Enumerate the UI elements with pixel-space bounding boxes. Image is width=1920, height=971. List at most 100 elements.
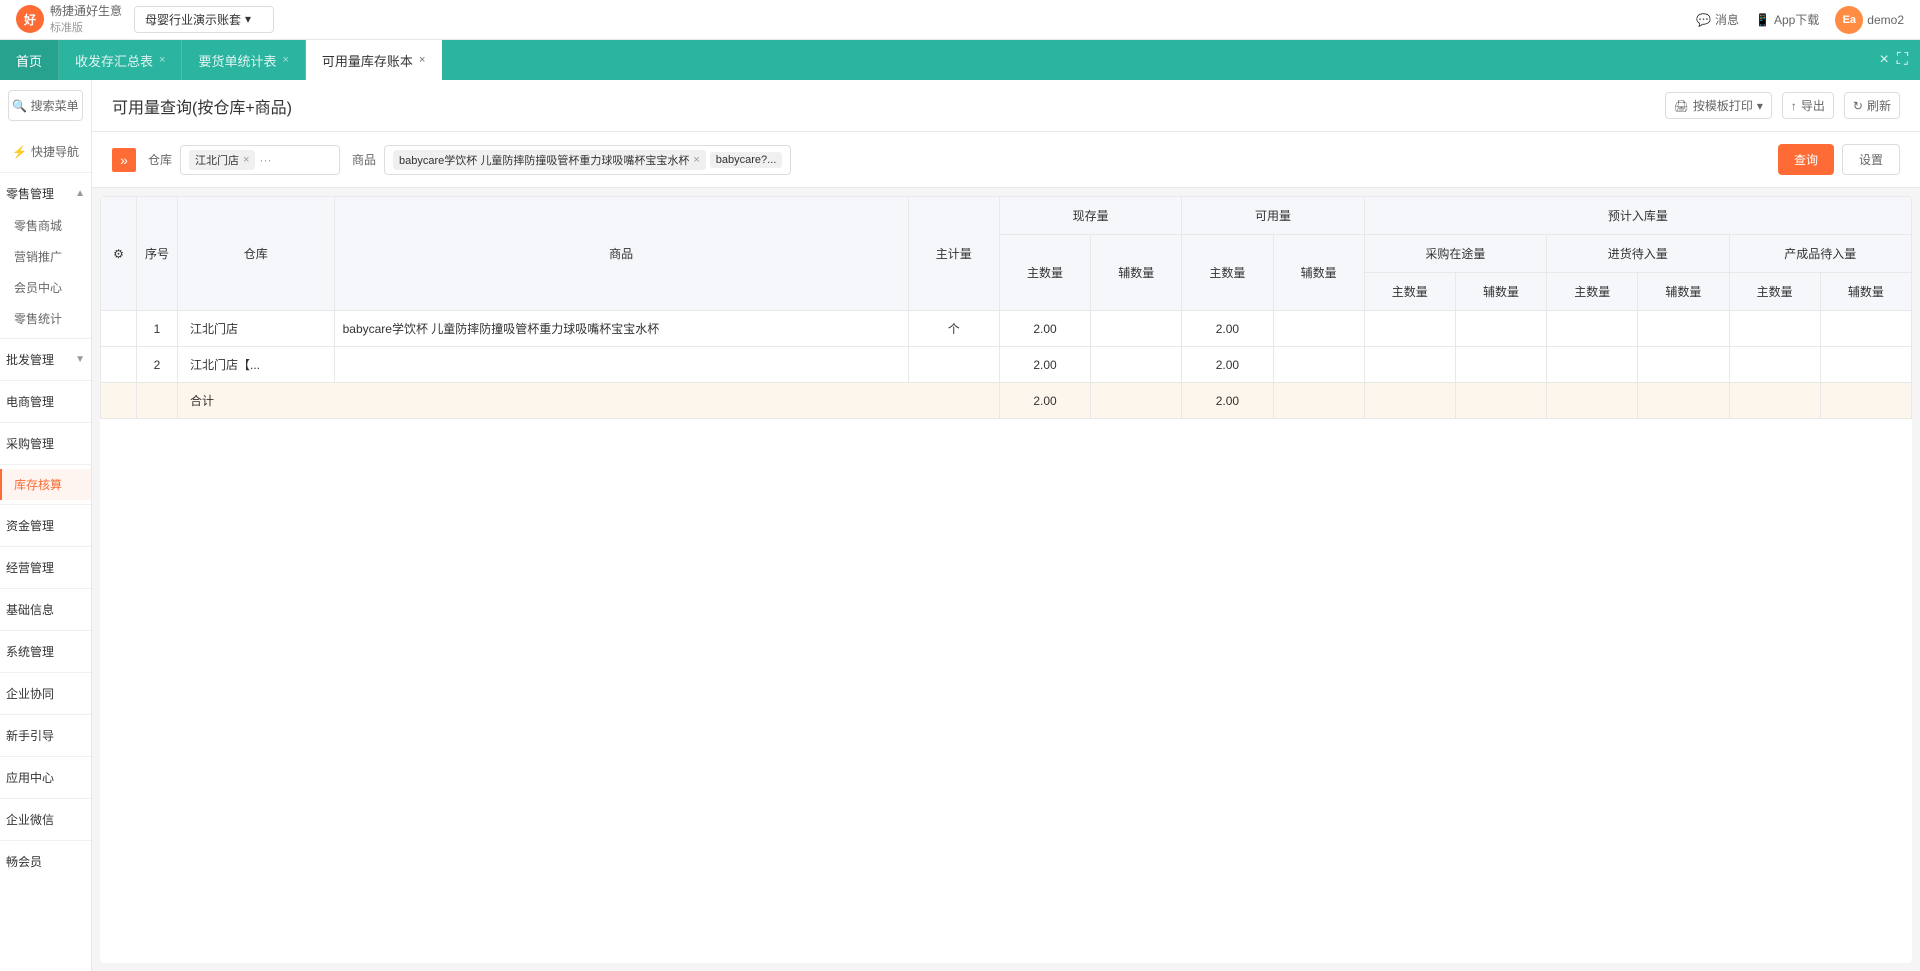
th-planned-in: 预计入库量 xyxy=(1364,197,1911,235)
maximize-btn[interactable]: ⛶ xyxy=(1897,51,1908,69)
tab-available-stock-close[interactable]: × xyxy=(419,54,425,66)
logo-sub: 标准版 xyxy=(50,19,122,35)
tab-order-stats[interactable]: 要货单统计表 × xyxy=(182,40,305,80)
sidebar-divider-11 xyxy=(0,714,91,715)
quicknav-icon: ⚡ xyxy=(12,145,27,159)
sidebar-item-operations[interactable]: 经营管理 xyxy=(0,551,91,584)
th-incoming-main: 主数量 xyxy=(1547,273,1638,311)
top-bar-left: 好 畅捷通好生意 标准版 母婴行业演示账套 ▾ xyxy=(16,4,274,34)
template-print-label: 按模板打印 xyxy=(1693,97,1753,114)
sidebar-item-enterprise[interactable]: 企业协同 xyxy=(0,677,91,710)
quicknav-label: 快捷导航 xyxy=(31,143,79,160)
sidebar-item-wechat[interactable]: 企业微信 xyxy=(0,803,91,836)
sidebar-item-retail[interactable]: 零售管理 ▲ xyxy=(0,177,91,210)
tab-order-stats-close[interactable]: × xyxy=(282,54,288,66)
system-label: 系统管理 xyxy=(6,643,54,660)
tab-available-stock[interactable]: 可用量库存账本 × xyxy=(306,40,442,80)
sidebar-item-newguide[interactable]: 新手引导 xyxy=(0,719,91,752)
refresh-icon: ↻ xyxy=(1853,99,1863,113)
template-print-btn[interactable]: 🖨 按模板打印 ▾ xyxy=(1665,92,1772,119)
query-btn[interactable]: 查询 xyxy=(1778,144,1834,175)
settings-icon: ⚙ xyxy=(113,247,124,261)
sidebar-item-members[interactable]: 会员中心 xyxy=(0,272,91,303)
filter-settings-btn[interactable]: 设置 xyxy=(1842,144,1900,175)
product-tag-value: babycare学饮杯 儿童防摔防撞吸管杯重力球吸嘴杯宝宝水杯 xyxy=(399,152,689,168)
wholesale-arrow: ▼ xyxy=(75,354,85,365)
user-area[interactable]: Ea demo2 xyxy=(1835,6,1904,34)
sidebar-item-basics[interactable]: 基础信息 xyxy=(0,593,91,626)
tab-collection[interactable]: 收发存汇总表 × xyxy=(59,40,182,80)
page-header: 可用量查询(按仓库+商品) 🖨 按模板打印 ▾ ↑ 导出 ↻ 刷新 xyxy=(92,80,1920,132)
sidebar-item-member[interactable]: 畅会员 xyxy=(0,845,91,878)
table-row[interactable]: 1 江北门店 babycare学饮杯 儿童防摔防撞吸管杯重力球吸嘴杯宝宝水杯 个… xyxy=(101,311,1912,347)
close-all-btn[interactable]: × xyxy=(1879,51,1888,69)
row2-settings xyxy=(101,347,137,383)
sidebar-item-finance[interactable]: 资金管理 xyxy=(0,509,91,542)
row1-avail-main: 2.00 xyxy=(1182,311,1273,347)
warehouse-input[interactable]: 江北门店 × ··· xyxy=(180,145,340,175)
message-btn[interactable]: 💬 消息 xyxy=(1696,11,1739,28)
th-settings[interactable]: ⚙ xyxy=(101,197,137,311)
app-download-btn[interactable]: 📱 App下载 xyxy=(1755,11,1819,28)
sidebar-item-retail-shop[interactable]: 零售商城 xyxy=(0,210,91,241)
tab-home[interactable]: 首页 xyxy=(0,40,59,80)
warehouse-tag-remove[interactable]: × xyxy=(243,154,249,166)
sidebar-item-marketing[interactable]: 营销推广 xyxy=(0,241,91,272)
refresh-label: 刷新 xyxy=(1867,97,1891,114)
product-label: 商品 xyxy=(352,151,376,168)
warehouse-filter-group: 仓库 江北门店 × ··· xyxy=(148,145,340,175)
footer-no xyxy=(137,383,178,419)
warehouse-more[interactable]: ··· xyxy=(259,153,271,167)
sidebar-item-ecommerce[interactable]: 电商管理 xyxy=(0,385,91,418)
table-row[interactable]: 2 江北门店【... 2.00 2.00 xyxy=(101,347,1912,383)
product-tag-remove[interactable]: × xyxy=(693,154,699,166)
sidebar-item-wholesale[interactable]: 批发管理 ▼ xyxy=(0,343,91,376)
page-actions: 🖨 按模板打印 ▾ ↑ 导出 ↻ 刷新 xyxy=(1665,92,1900,119)
tab-collection-close[interactable]: × xyxy=(159,54,165,66)
th-incoming-aux: 辅数量 xyxy=(1638,273,1729,311)
filter-actions: 查询 设置 xyxy=(1778,144,1900,175)
sidebar-nav: ⚡ 快捷导航 零售管理 ▲ 零售商城 营销推广 会员中心 零售统计 批发管理 xyxy=(0,131,91,882)
th-no: 序号 xyxy=(137,197,178,311)
filter-expand-btn[interactable]: » xyxy=(112,148,136,172)
sidebar-item-system[interactable]: 系统管理 xyxy=(0,635,91,668)
th-current-stock: 现存量 xyxy=(999,197,1181,235)
product-tag2-value: babycare?... xyxy=(716,154,777,166)
th-incoming-pending: 进货待入量 xyxy=(1547,235,1729,273)
sidebar-divider-2 xyxy=(0,338,91,339)
footer-avail-aux xyxy=(1273,383,1364,419)
export-icon: ↑ xyxy=(1791,99,1797,113)
sidebar-divider-8 xyxy=(0,588,91,589)
sidebar-item-appcenter[interactable]: 应用中心 xyxy=(0,761,91,794)
row1-current-main: 2.00 xyxy=(999,311,1090,347)
product-input[interactable]: babycare学饮杯 儿童防摔防撞吸管杯重力球吸嘴杯宝宝水杯 × babyca… xyxy=(384,145,791,175)
footer-label: 合计 xyxy=(178,383,1000,419)
logo-icon: 好 xyxy=(16,5,44,33)
export-btn[interactable]: ↑ 导出 xyxy=(1782,92,1834,119)
sidebar-divider-13 xyxy=(0,798,91,799)
row2-production-main xyxy=(1729,347,1820,383)
th-available: 可用量 xyxy=(1182,197,1364,235)
marketing-label: 营销推广 xyxy=(14,250,62,264)
row2-production-aux xyxy=(1820,347,1911,383)
tab-available-stock-label: 可用量库存账本 xyxy=(322,51,413,70)
row1-incoming-aux xyxy=(1638,311,1729,347)
th-avail-aux-qty: 辅数量 xyxy=(1273,235,1364,311)
row2-avail-main: 2.00 xyxy=(1182,347,1273,383)
chevron-down-icon: ▾ xyxy=(245,12,251,26)
search-menu-btn[interactable]: 🔍 搜索菜单 xyxy=(8,90,83,121)
th-main-unit: 主计量 xyxy=(908,197,999,311)
sidebar-item-inventory[interactable]: 库存核算 xyxy=(0,469,91,500)
wechat-label: 企业微信 xyxy=(6,811,54,828)
logo-area: 好 畅捷通好生意 标准版 xyxy=(16,4,122,34)
sidebar-item-retail-stats[interactable]: 零售统计 xyxy=(0,303,91,334)
refresh-btn[interactable]: ↻ 刷新 xyxy=(1844,92,1900,119)
tab-collection-label: 收发存汇总表 xyxy=(75,51,153,70)
sidebar-item-purchase[interactable]: 采购管理 xyxy=(0,427,91,460)
sidebar-item-quicknav[interactable]: ⚡ 快捷导航 xyxy=(0,135,91,168)
row1-purchase-aux xyxy=(1455,311,1546,347)
th-avail-main-qty: 主数量 xyxy=(1182,235,1273,311)
th-current-aux-qty: 辅数量 xyxy=(1091,235,1182,311)
tab-order-stats-label: 要货单统计表 xyxy=(198,51,276,70)
store-selector[interactable]: 母婴行业演示账套 ▾ xyxy=(134,6,274,33)
